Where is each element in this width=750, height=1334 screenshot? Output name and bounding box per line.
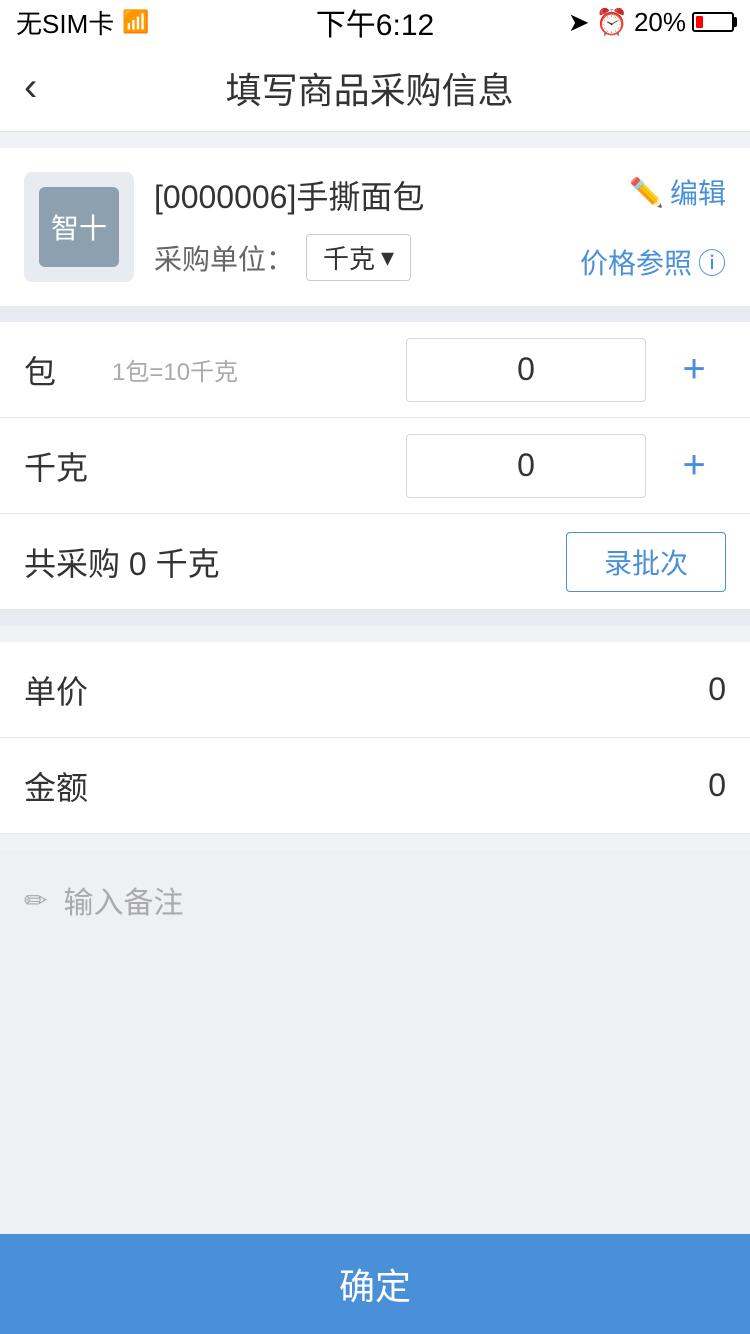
price-ref-button[interactable]: 价格参照 ⓘ	[580, 242, 726, 282]
unit-value: 千克	[323, 239, 375, 276]
location-icon: ➤	[568, 7, 590, 38]
bao-input[interactable]: 0	[406, 338, 646, 402]
unit-select[interactable]: 千克 ▾	[306, 234, 411, 281]
kilogram-input[interactable]: 0	[406, 434, 646, 498]
page-title: 填写商品采购信息	[53, 62, 686, 114]
batch-label: 录批次	[604, 542, 688, 582]
confirm-button[interactable]: 确定	[0, 1234, 750, 1334]
battery-percent: 20%	[634, 7, 686, 38]
summary-row: 共采购 0 千克 录批次	[0, 514, 750, 610]
unit-price-label: 单价	[24, 667, 88, 713]
bao-input-row: 包 1包=10千克 0 +	[0, 322, 750, 418]
battery-fill	[696, 16, 703, 28]
pencil-icon: ✏	[24, 884, 47, 917]
unit-price-value: 0	[708, 671, 726, 708]
input-section: 包 1包=10千克 0 + 千克 0 + 共采购 0 千克 录批次	[0, 322, 750, 610]
kilogram-value: 0	[517, 447, 535, 484]
bao-sublabel: 1包=10千克	[112, 352, 238, 387]
kilogram-input-row: 千克 0 +	[0, 418, 750, 514]
product-image: 智十	[24, 172, 134, 282]
unit-price-row: 单价 0	[0, 642, 750, 738]
edit-label: 编辑	[670, 172, 726, 212]
help-icon: ⓘ	[698, 242, 726, 282]
remark-placeholder: 输入备注	[63, 878, 183, 922]
amount-row: 金额 0	[0, 738, 750, 834]
price-section: 单价 0 金额 0	[0, 642, 750, 834]
kilogram-plus-button[interactable]: +	[662, 434, 726, 498]
edit-button[interactable]: ✏️ 编辑	[629, 172, 726, 212]
status-bar-left: 无SIM卡 📶	[16, 4, 150, 41]
bao-label: 包	[24, 347, 104, 393]
summary-text: 共采购 0 千克	[24, 539, 220, 585]
alarm-icon: ⏰	[596, 7, 628, 38]
section-divider-1	[0, 306, 750, 322]
batch-button[interactable]: 录批次	[566, 532, 726, 592]
battery-bar	[692, 12, 734, 32]
product-logo: 智十	[39, 187, 119, 267]
amount-value: 0	[708, 767, 726, 804]
product-card: 智十 [0000006]手撕面包 采购单位： 千克 ▾ ✏️ 编辑 价格参照 ⓘ	[0, 148, 750, 306]
confirm-label: 确定	[339, 1258, 411, 1310]
bottom-content	[0, 950, 750, 1250]
carrier-label: 无SIM卡	[16, 4, 114, 41]
wifi-icon: 📶	[122, 9, 149, 35]
nav-bar: ‹ 填写商品采购信息	[0, 44, 750, 132]
unit-label: 采购单位：	[154, 238, 294, 278]
chevron-down-icon: ▾	[381, 242, 394, 273]
back-button[interactable]: ‹	[24, 57, 53, 118]
logo-text: 智十	[51, 207, 107, 247]
price-ref-label: 价格参照	[580, 242, 692, 282]
remark-section[interactable]: ✏ 输入备注	[0, 850, 750, 950]
status-bar-right: ➤ ⏰ 20%	[568, 7, 734, 38]
status-bar: 无SIM卡 📶 下午6:12 ➤ ⏰ 20%	[0, 0, 750, 44]
kilogram-label: 千克	[24, 443, 104, 489]
bao-value: 0	[517, 351, 535, 388]
amount-label: 金额	[24, 763, 88, 809]
bao-plus-button[interactable]: +	[662, 338, 726, 402]
edit-icon: ✏️	[629, 176, 664, 209]
battery-tip	[734, 17, 737, 27]
section-divider-2	[0, 610, 750, 626]
status-bar-time: 下午6:12	[316, 0, 434, 44]
